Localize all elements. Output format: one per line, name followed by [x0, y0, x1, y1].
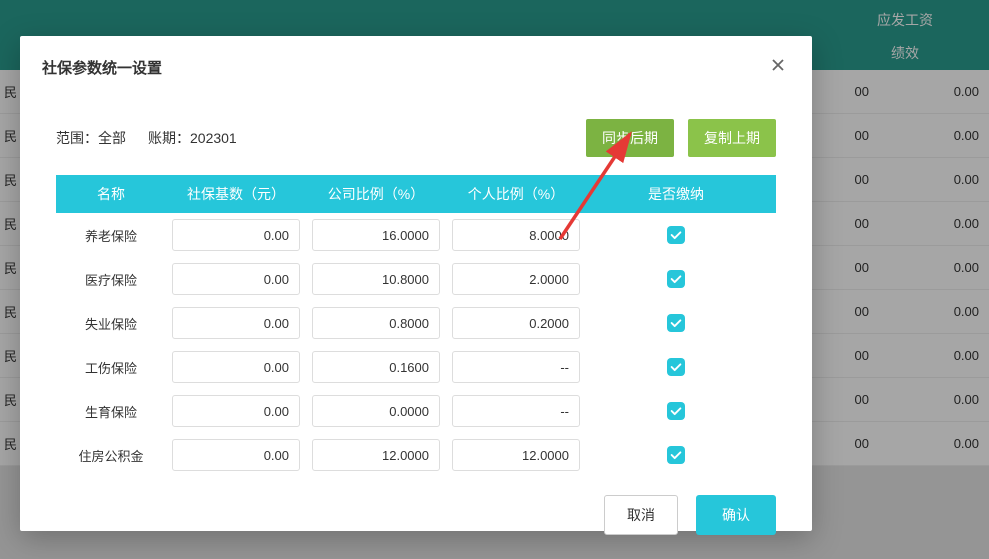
- company-rate-input[interactable]: [312, 395, 440, 427]
- base-input[interactable]: [172, 307, 300, 339]
- table-row: 工伤保险: [56, 345, 776, 389]
- base-input[interactable]: [172, 219, 300, 251]
- pay-checkbox[interactable]: [667, 358, 685, 376]
- table-row: 养老保险: [56, 213, 776, 257]
- personal-rate-input[interactable]: [452, 351, 580, 383]
- col-pay: 是否缴纳: [586, 184, 766, 204]
- copy-previous-button[interactable]: 复制上期: [688, 119, 776, 157]
- modal-title: 社保参数统一设置: [42, 57, 162, 78]
- company-rate-input[interactable]: [312, 439, 440, 471]
- base-input[interactable]: [172, 263, 300, 295]
- check-icon: [669, 316, 683, 330]
- company-rate-input[interactable]: [312, 219, 440, 251]
- info-left: 范围：全部 账期：202301: [56, 128, 237, 148]
- close-button[interactable]: [766, 52, 790, 83]
- personal-rate-input[interactable]: [452, 395, 580, 427]
- modal-header: 社保参数统一设置: [20, 36, 812, 99]
- personal-rate-input[interactable]: [452, 219, 580, 251]
- info-actions: 同步后期 复制上期: [586, 119, 776, 157]
- row-name: 医疗保险: [56, 270, 166, 289]
- table-row: 失业保险: [56, 301, 776, 345]
- check-icon: [669, 228, 683, 242]
- base-input[interactable]: [172, 395, 300, 427]
- period-label: 账期：202301: [148, 128, 237, 148]
- check-icon: [669, 448, 683, 462]
- personal-rate-input[interactable]: [452, 439, 580, 471]
- row-name: 工伤保险: [56, 358, 166, 377]
- table-row: 住房公积金: [56, 433, 776, 477]
- confirm-button[interactable]: 确认: [696, 495, 776, 535]
- personal-rate-input[interactable]: [452, 307, 580, 339]
- pay-checkbox[interactable]: [667, 314, 685, 332]
- company-rate-input[interactable]: [312, 307, 440, 339]
- table-row: 生育保险: [56, 389, 776, 433]
- check-icon: [669, 272, 683, 286]
- modal-body: 范围：全部 账期：202301 同步后期 复制上期 名称 社保基数（元） 公司比…: [20, 99, 812, 477]
- pay-checkbox[interactable]: [667, 226, 685, 244]
- cancel-button[interactable]: 取消: [604, 495, 678, 535]
- scope-label: 范围：全部: [56, 128, 126, 148]
- table-row: 医疗保险: [56, 257, 776, 301]
- base-input[interactable]: [172, 439, 300, 471]
- pay-checkbox[interactable]: [667, 446, 685, 464]
- sync-later-button[interactable]: 同步后期: [586, 119, 674, 157]
- check-icon: [669, 404, 683, 418]
- settings-table: 名称 社保基数（元） 公司比例（%） 个人比例（%） 是否缴纳 养老保险医疗保险…: [56, 175, 776, 477]
- company-rate-input[interactable]: [312, 263, 440, 295]
- check-icon: [669, 360, 683, 374]
- col-base: 社保基数（元）: [166, 184, 306, 204]
- pay-checkbox[interactable]: [667, 270, 685, 288]
- row-name: 住房公积金: [56, 446, 166, 465]
- row-name: 失业保险: [56, 314, 166, 333]
- table-header: 名称 社保基数（元） 公司比例（%） 个人比例（%） 是否缴纳: [56, 175, 776, 213]
- pay-checkbox[interactable]: [667, 402, 685, 420]
- modal-footer: 取消 确认: [20, 477, 812, 559]
- col-name: 名称: [56, 184, 166, 204]
- close-icon: [770, 57, 786, 73]
- col-company-rate: 公司比例（%）: [306, 184, 446, 204]
- company-rate-input[interactable]: [312, 351, 440, 383]
- row-name: 养老保险: [56, 226, 166, 245]
- col-personal-rate: 个人比例（%）: [446, 184, 586, 204]
- base-input[interactable]: [172, 351, 300, 383]
- row-name: 生育保险: [56, 402, 166, 421]
- info-bar: 范围：全部 账期：202301 同步后期 复制上期: [56, 119, 776, 157]
- social-insurance-settings-modal: 社保参数统一设置 范围：全部 账期：202301 同步后期 复制上期 名称 社保…: [20, 36, 812, 531]
- personal-rate-input[interactable]: [452, 263, 580, 295]
